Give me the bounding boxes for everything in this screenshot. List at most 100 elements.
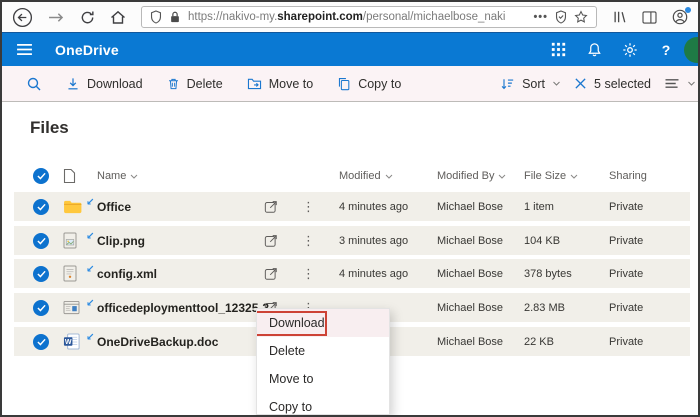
context-menu-item-delete[interactable]: Delete [257, 337, 389, 365]
bookmark-star-icon[interactable] [574, 10, 588, 24]
column-header-sharing[interactable]: Sharing [609, 162, 647, 190]
search-icon[interactable] [26, 76, 42, 92]
context-menu-item-download[interactable]: Download [257, 309, 389, 337]
modified-cell: 4 minutes ago [339, 259, 408, 288]
home-icon[interactable] [110, 10, 126, 25]
new-item-arrow-icon: ↙ [86, 289, 94, 318]
row-checkbox[interactable] [33, 259, 49, 288]
row-checkbox[interactable] [33, 192, 49, 221]
settings-gear-icon[interactable] [612, 33, 648, 67]
more-options-icon[interactable]: ⋮ [302, 192, 315, 221]
hamburger-menu-icon[interactable] [16, 43, 33, 56]
sharing-cell[interactable]: Private [609, 192, 643, 221]
clear-selection-button[interactable]: 5 selected [574, 77, 651, 91]
move-folder-icon [247, 77, 262, 90]
account-icon[interactable] [672, 9, 688, 25]
sort-label: Sort [522, 77, 545, 91]
chevron-down-icon [687, 81, 696, 86]
new-item-arrow-icon: ↙ [86, 323, 94, 352]
column-header-name[interactable]: Name [97, 162, 138, 190]
sharing-cell[interactable]: Private [609, 327, 643, 356]
file-name[interactable]: Clip.png [97, 226, 145, 255]
modified-by-cell: Michael Bose [437, 259, 503, 288]
more-options-icon[interactable]: ⋮ [302, 226, 315, 255]
selection-count-label: 5 selected [594, 77, 651, 91]
file-name[interactable]: Office [97, 192, 131, 221]
view-options-button[interactable] [664, 77, 696, 90]
share-icon[interactable] [264, 192, 280, 221]
move-to-button[interactable]: Move to [247, 77, 313, 91]
help-icon[interactable]: ? [648, 33, 684, 67]
url-text[interactable]: https://nakivo-my.sharepoint.com/persona… [188, 11, 526, 23]
column-header-modified-by[interactable]: Modified By [437, 162, 506, 190]
row-checkbox[interactable] [33, 327, 49, 356]
address-bar[interactable]: https://nakivo-my.sharepoint.com/persona… [141, 6, 597, 28]
context-menu: Download Delete Move to Copy to [256, 308, 390, 415]
list-view-icon [664, 77, 680, 90]
delete-button[interactable]: Delete [167, 77, 223, 91]
table-row[interactable]: ↙ Office ⋮ 4 minutes ago Michael Bose 1 … [14, 192, 690, 221]
notifications-bell-icon[interactable] [576, 33, 612, 67]
select-all-checkbox[interactable] [33, 162, 49, 190]
file-size-cell: 1 item [524, 192, 554, 221]
back-icon[interactable] [12, 7, 33, 28]
copy-to-button[interactable]: Copy to [337, 77, 401, 91]
share-icon[interactable] [264, 226, 280, 255]
modified-by-cell: Michael Bose [437, 327, 503, 356]
more-options-icon[interactable]: ⋮ [302, 259, 315, 288]
file-name[interactable]: config.xml [97, 259, 157, 288]
svg-text:W: W [65, 338, 72, 346]
page-actions-icon[interactable]: ••• [533, 11, 548, 23]
file-name[interactable]: officedeploymenttool_12325-2 [97, 293, 269, 322]
share-icon[interactable] [264, 259, 280, 288]
modified-by-cell: Michael Bose [437, 293, 503, 322]
xml-file-icon [63, 259, 77, 288]
file-type-column-icon [63, 162, 76, 190]
lock-icon [169, 10, 181, 24]
table-row[interactable]: ↙ config.xml ⋮ 4 minutes ago Michael Bos… [14, 259, 690, 288]
browser-toolbar: https://nakivo-my.sharepoint.com/persona… [2, 2, 698, 32]
modified-by-cell: Michael Bose [437, 226, 503, 255]
app-launcher-icon[interactable] [540, 33, 576, 67]
row-checkbox[interactable] [33, 226, 49, 255]
tracking-shield-icon[interactable] [150, 10, 162, 24]
file-size-cell: 2.83 MB [524, 293, 565, 322]
column-header-file-size[interactable]: File Size [524, 162, 578, 190]
copy-icon [337, 77, 351, 91]
context-menu-item-copy-to[interactable]: Copy to [257, 393, 389, 415]
download-label: Download [87, 77, 143, 91]
pocket-icon[interactable] [555, 10, 567, 24]
context-menu-item-move-to[interactable]: Move to [257, 365, 389, 393]
file-size-cell: 104 KB [524, 226, 560, 255]
sharing-cell[interactable]: Private [609, 259, 643, 288]
refresh-icon[interactable] [80, 10, 95, 25]
download-button[interactable]: Download [66, 77, 143, 91]
modified-cell: 4 minutes ago [339, 192, 408, 221]
modified-cell: 3 minutes ago [339, 226, 408, 255]
forward-icon[interactable] [48, 11, 65, 24]
sidebar-icon[interactable] [642, 11, 657, 24]
column-header-modified[interactable]: Modified [339, 162, 393, 190]
table-header: Name Modified Modified By File Size Shar… [14, 162, 690, 190]
image-file-icon [63, 226, 77, 255]
new-item-arrow-icon: ↙ [86, 188, 94, 217]
onedrive-header: OneDrive ? [2, 32, 698, 66]
user-avatar[interactable] [684, 37, 700, 63]
file-name[interactable]: OneDriveBackup.doc [97, 327, 218, 356]
delete-label: Delete [187, 77, 223, 91]
modified-by-cell: Michael Bose [437, 192, 503, 221]
new-item-arrow-icon: ↙ [86, 255, 94, 284]
library-icon[interactable] [612, 10, 627, 24]
sharing-cell[interactable]: Private [609, 293, 643, 322]
chevron-down-icon [552, 81, 561, 86]
new-item-arrow-icon: ↙ [86, 222, 94, 251]
download-icon [66, 77, 80, 91]
sort-button[interactable]: Sort [500, 77, 561, 91]
application-file-icon [63, 293, 80, 322]
move-to-label: Move to [269, 77, 313, 91]
app-title[interactable]: OneDrive [55, 42, 119, 58]
file-size-cell: 22 KB [524, 327, 554, 356]
row-checkbox[interactable] [33, 293, 49, 322]
sharing-cell[interactable]: Private [609, 226, 643, 255]
table-row[interactable]: ↙ Clip.png ⋮ 3 minutes ago Michael Bose … [14, 226, 690, 255]
